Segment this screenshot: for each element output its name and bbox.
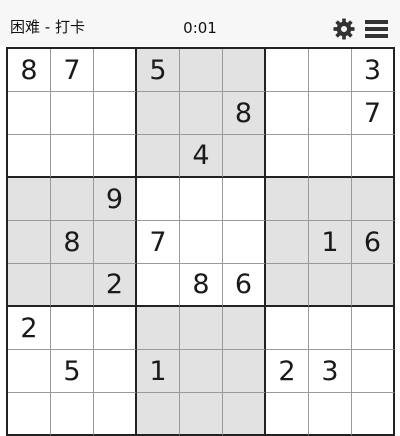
board-cell[interactable] <box>8 393 51 436</box>
board-cell[interactable] <box>180 307 223 350</box>
board-cell[interactable] <box>51 393 94 436</box>
board-cell[interactable] <box>309 49 352 92</box>
gear-icon[interactable] <box>333 18 355 40</box>
sudoku-board: 87538749871628625123 <box>6 47 395 436</box>
board-cell[interactable] <box>309 135 352 178</box>
board-cell[interactable] <box>94 49 137 92</box>
board-cell[interactable] <box>94 92 137 135</box>
board-cell[interactable] <box>137 264 180 307</box>
board-cell[interactable] <box>223 49 266 92</box>
board-cell[interactable] <box>180 350 223 393</box>
board-cell[interactable]: 3 <box>352 49 395 92</box>
board-cell[interactable] <box>352 264 395 307</box>
board-cell[interactable]: 7 <box>51 49 94 92</box>
board-cell[interactable] <box>266 92 309 135</box>
menu-icon[interactable] <box>365 20 388 38</box>
board-cell[interactable]: 3 <box>309 350 352 393</box>
board-cell[interactable] <box>223 350 266 393</box>
board-cell[interactable] <box>94 307 137 350</box>
board-cell[interactable] <box>223 178 266 221</box>
board-cell[interactable] <box>223 135 266 178</box>
board-cell[interactable]: 4 <box>180 135 223 178</box>
board-cell[interactable] <box>352 178 395 221</box>
board-cell[interactable] <box>223 307 266 350</box>
board-cell[interactable] <box>352 135 395 178</box>
board-cell[interactable] <box>266 264 309 307</box>
board-cell[interactable]: 5 <box>137 49 180 92</box>
board-cell[interactable]: 9 <box>94 178 137 221</box>
board-cell[interactable]: 7 <box>137 221 180 264</box>
board-cell[interactable]: 2 <box>8 307 51 350</box>
board-cell[interactable] <box>266 178 309 221</box>
board-cell[interactable]: 2 <box>94 264 137 307</box>
board-cell[interactable] <box>94 221 137 264</box>
board-cell[interactable] <box>352 307 395 350</box>
board-cell[interactable]: 6 <box>352 221 395 264</box>
board-cell[interactable] <box>137 178 180 221</box>
board-cell[interactable] <box>352 393 395 436</box>
board-cell[interactable]: 2 <box>266 350 309 393</box>
board-cell[interactable] <box>223 221 266 264</box>
board-cell[interactable] <box>180 49 223 92</box>
board-cell[interactable] <box>8 350 51 393</box>
board-cell[interactable] <box>51 307 94 350</box>
board-cell[interactable] <box>309 92 352 135</box>
board-cell[interactable] <box>8 92 51 135</box>
board-cell[interactable]: 1 <box>309 221 352 264</box>
board-cell[interactable] <box>137 92 180 135</box>
board-cell[interactable] <box>8 135 51 178</box>
board-cell[interactable] <box>266 49 309 92</box>
board-cell[interactable] <box>266 135 309 178</box>
board-cell[interactable] <box>180 393 223 436</box>
board-cell[interactable] <box>94 135 137 178</box>
board-cell[interactable] <box>180 92 223 135</box>
board-cell[interactable] <box>51 264 94 307</box>
board-cell[interactable] <box>8 264 51 307</box>
board-cell[interactable] <box>266 221 309 264</box>
top-bar: 困难 - 打卡 0:01 <box>0 0 400 46</box>
board-cell[interactable]: 8 <box>8 49 51 92</box>
board-cell[interactable] <box>137 307 180 350</box>
board-cell[interactable] <box>309 307 352 350</box>
board-cell[interactable] <box>352 350 395 393</box>
board-cell[interactable] <box>94 350 137 393</box>
board-cell[interactable] <box>51 178 94 221</box>
board-cell[interactable] <box>137 393 180 436</box>
board-cell[interactable]: 8 <box>223 92 266 135</box>
board-cell[interactable] <box>8 221 51 264</box>
board-cell[interactable] <box>51 135 94 178</box>
board-cell[interactable]: 8 <box>180 264 223 307</box>
board-cell[interactable] <box>309 264 352 307</box>
board-cell[interactable]: 6 <box>223 264 266 307</box>
board-cell[interactable]: 7 <box>352 92 395 135</box>
board-cell[interactable] <box>137 135 180 178</box>
board-cell[interactable] <box>180 178 223 221</box>
board-cell[interactable] <box>309 178 352 221</box>
board-cell[interactable]: 8 <box>51 221 94 264</box>
board-cell[interactable] <box>180 221 223 264</box>
board-cell[interactable] <box>309 393 352 436</box>
board-cell[interactable] <box>8 178 51 221</box>
board-cell[interactable] <box>266 393 309 436</box>
board-cell[interactable] <box>94 393 137 436</box>
board-cell[interactable] <box>223 393 266 436</box>
board-cell[interactable] <box>266 307 309 350</box>
board-cell[interactable]: 1 <box>137 350 180 393</box>
board-cell[interactable] <box>51 92 94 135</box>
board-cell[interactable]: 5 <box>51 350 94 393</box>
